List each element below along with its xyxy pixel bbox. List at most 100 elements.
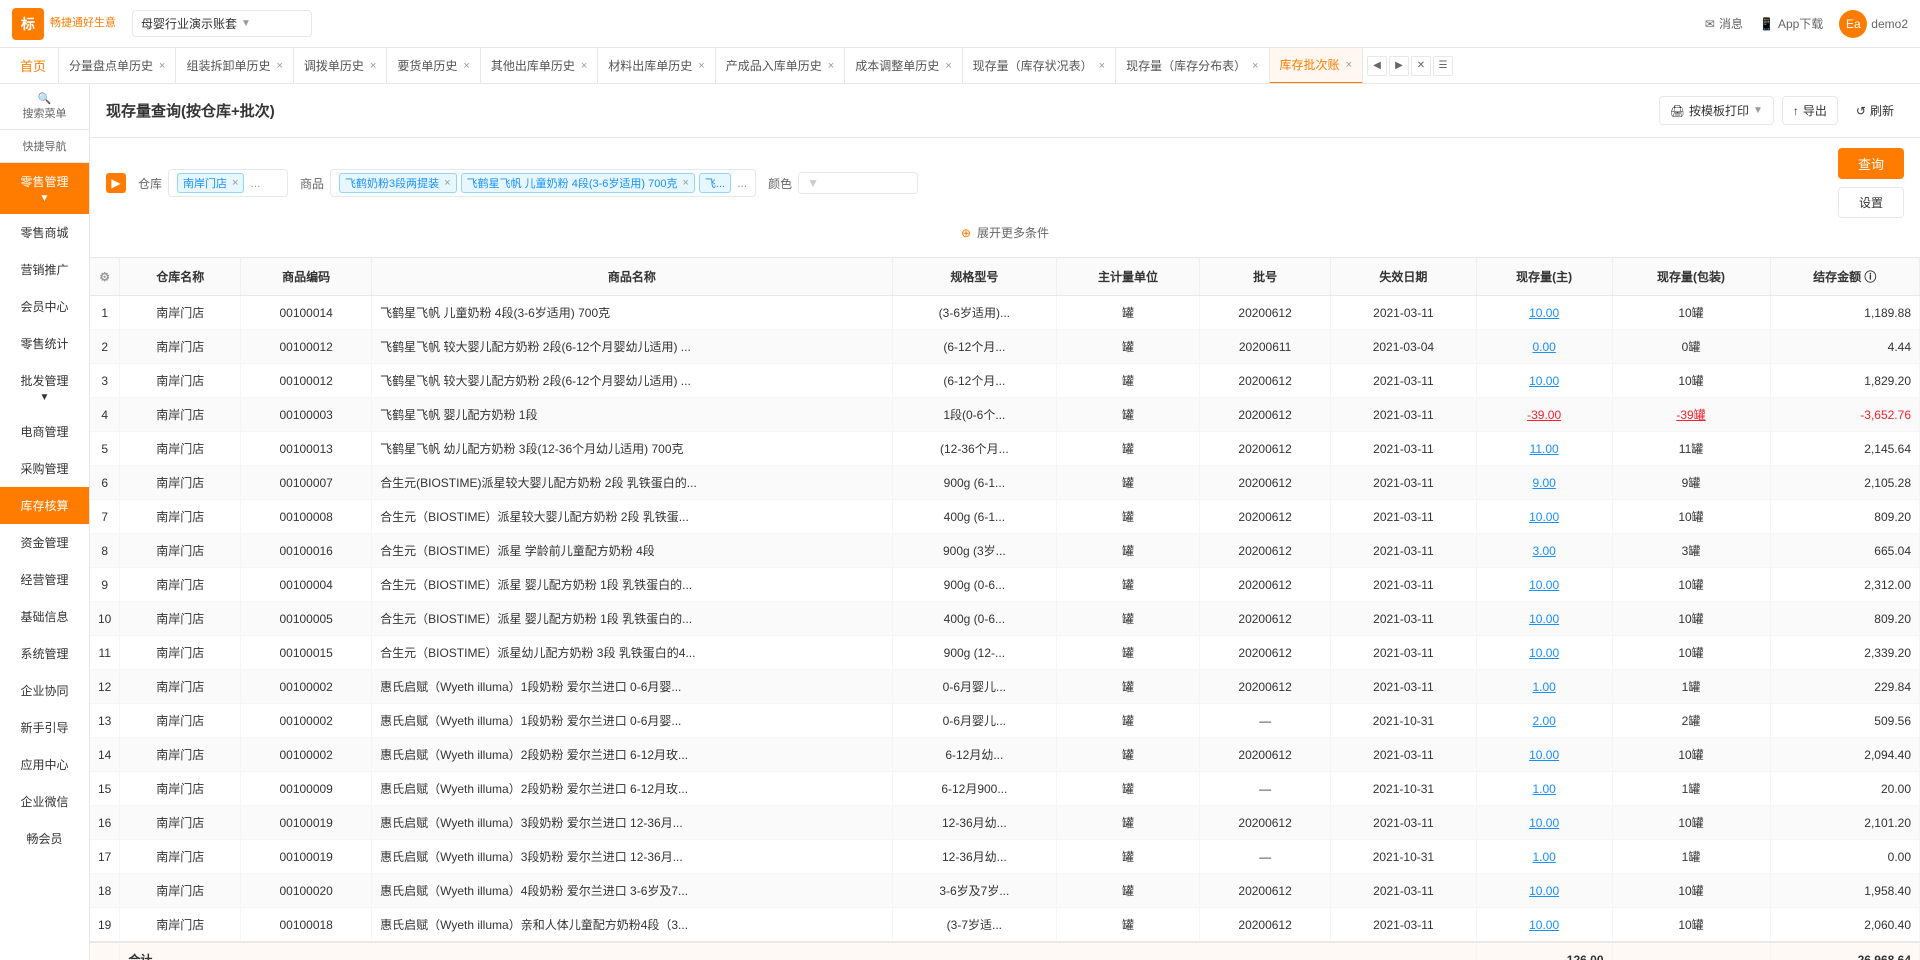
sidebar-search[interactable]: 🔍 搜索菜单 [0, 84, 89, 130]
sidebar-item-ecom[interactable]: 电商管理 [0, 413, 89, 450]
tab-close-kupicizhan[interactable]: × [1346, 59, 1352, 71]
app-download-btn[interactable]: 📱 App下载 [1759, 15, 1823, 32]
tab-cailiao[interactable]: 材料出库单历史 × [598, 48, 715, 84]
row-qty[interactable]: 0.00 [1476, 330, 1612, 364]
sidebar-item-member[interactable]: 会员中心 [0, 288, 89, 325]
row-qty[interactable]: -39.00 [1476, 398, 1612, 432]
sidebar-item-retail-shop[interactable]: 零售商城 [0, 214, 89, 251]
filter-arrow-btn[interactable]: ▶ [106, 173, 126, 193]
retail-mgmt-arrow: ▼ [40, 193, 50, 204]
row-qty[interactable]: 9.00 [1476, 466, 1612, 500]
color-filter[interactable]: ▼ [798, 172, 918, 194]
sidebar-item-enterprise[interactable]: 企业协同 [0, 672, 89, 709]
warehouse-filter-more[interactable]: ... [250, 176, 260, 190]
warehouse-tag-remove[interactable]: × [232, 177, 238, 189]
row-unit: 罐 [1056, 602, 1199, 636]
setting-btn[interactable]: 设置 [1838, 187, 1904, 218]
sidebar-nav[interactable]: 快捷导航 [0, 130, 89, 163]
tab-chengben[interactable]: 成本调整单历史 × [845, 48, 962, 84]
sidebar-item-system[interactable]: 系统管理 [0, 635, 89, 672]
tab-close-xianzai2[interactable]: × [1252, 60, 1258, 72]
tab-xianzai2[interactable]: 现存量（库存分布表） × [1116, 48, 1269, 84]
product-tag2-remove[interactable]: × [682, 177, 688, 189]
row-qty[interactable]: 1.00 [1476, 840, 1612, 874]
row-qty[interactable]: 1.00 [1476, 670, 1612, 704]
enterprise-wechat-label: 企业微信 [20, 793, 68, 810]
gear-icon[interactable]: ⚙ [99, 270, 110, 284]
warehouse-filter[interactable]: 南岸门店 × ... [168, 169, 288, 197]
row-code: 00100020 [241, 874, 372, 908]
row-qty[interactable]: 3.00 [1476, 534, 1612, 568]
tab-close-all-btn[interactable]: ✕ [1411, 56, 1431, 76]
refresh-btn[interactable]: ↺ 刷新 [1846, 97, 1904, 124]
product-filter-more[interactable]: ... [737, 176, 747, 190]
tab-close-fenpan[interactable]: × [159, 60, 165, 72]
sidebar-item-marketing[interactable]: 营销推广 [0, 251, 89, 288]
app-icon: 📱 [1759, 17, 1774, 31]
row-qty[interactable]: 10.00 [1476, 738, 1612, 772]
product-tag1-remove[interactable]: × [444, 177, 450, 189]
tab-close-zuche[interactable]: × [276, 60, 282, 72]
row-qty[interactable]: 1.00 [1476, 772, 1612, 806]
row-name: 惠氏启赋（Wyeth illuma）2段奶粉 爱尔兰进口 6-12月玫... [372, 772, 893, 806]
tab-close-xianzai1[interactable]: × [1099, 60, 1105, 72]
row-qty[interactable]: 10.00 [1476, 636, 1612, 670]
sidebar-item-member-card[interactable]: 畅会员 [0, 820, 89, 857]
workspace-selector[interactable]: 母婴行业演示账套 ▼ [132, 10, 312, 37]
tab-yaohuo[interactable]: 要货单历史 × [387, 48, 480, 84]
sidebar-item-basics[interactable]: 基础信息 [0, 598, 89, 635]
sidebar-item-app-center[interactable]: 应用中心 [0, 746, 89, 783]
sidebar-item-batch-mgmt[interactable]: 批发管理 ▼ [0, 362, 89, 413]
tab-close-yaohuo[interactable]: × [463, 60, 469, 72]
row-qty[interactable]: 10.00 [1476, 806, 1612, 840]
row-qty[interactable]: 10.00 [1476, 296, 1612, 330]
row-qty-pack: 1罐 [1612, 670, 1770, 704]
sidebar-item-purchase[interactable]: 采购管理 [0, 450, 89, 487]
tab-zuche[interactable]: 组装拆卸单历史 × [176, 48, 293, 84]
tab-fenpan[interactable]: 分量盘点单历史 × [59, 48, 176, 84]
tab-close-chengben[interactable]: × [945, 60, 951, 72]
tab-tiaopo[interactable]: 调拨单历史 × [294, 48, 387, 84]
tab-chanpin[interactable]: 产成品入库单历史 × [716, 48, 845, 84]
tab-qitachu[interactable]: 其他出库单历史 × [481, 48, 598, 84]
tab-close-tiaopo[interactable]: × [370, 60, 376, 72]
tab-home[interactable]: 首页 [8, 48, 59, 84]
user-area[interactable]: Ea demo2 [1839, 10, 1908, 38]
print-btn[interactable]: 🖨 按模板打印 ▼ [1659, 96, 1774, 125]
export-btn[interactable]: ↑ 导出 [1782, 96, 1838, 125]
sidebar-item-enterprise-wechat[interactable]: 企业微信 [0, 783, 89, 820]
row-amount: 809.20 [1770, 500, 1919, 534]
expand-more-btn[interactable]: ⊕ 展开更多条件 [106, 218, 1904, 247]
tab-menu-btn[interactable]: ☰ [1433, 56, 1453, 76]
sidebar-item-retail-stats[interactable]: 零售统计 [0, 325, 89, 362]
tab-xianzai1[interactable]: 现存量（库存状况表） × [963, 48, 1116, 84]
row-code: 00100002 [241, 704, 372, 738]
row-qty-pack: 10罐 [1612, 806, 1770, 840]
row-warehouse: 南岸门店 [120, 330, 241, 364]
row-qty[interactable]: 10.00 [1476, 364, 1612, 398]
row-qty[interactable]: 10.00 [1476, 874, 1612, 908]
sidebar-item-inventory[interactable]: 库存核算 [0, 487, 89, 524]
tab-prev-btn[interactable]: ◀ [1367, 56, 1387, 76]
row-qty[interactable]: 11.00 [1476, 432, 1612, 466]
product-filter[interactable]: 飞鹤奶粉3段两提装 × 飞鹤星飞帆 儿童奶粉 4段(3-6岁适用) 700克 ×… [330, 169, 756, 197]
row-qty[interactable]: 10.00 [1476, 500, 1612, 534]
tab-kupicizhan[interactable]: 库存批次账 × [1270, 48, 1363, 84]
message-btn[interactable]: ✉ 消息 [1705, 15, 1743, 32]
row-expire: 2021-03-11 [1331, 806, 1477, 840]
tab-next-btn[interactable]: ▶ [1389, 56, 1409, 76]
row-qty[interactable]: 10.00 [1476, 908, 1612, 943]
tab-close-qitachu[interactable]: × [581, 60, 587, 72]
sidebar-item-operations[interactable]: 经营管理 [0, 561, 89, 598]
tab-close-chanpin[interactable]: × [828, 60, 834, 72]
row-qty[interactable]: 2.00 [1476, 704, 1612, 738]
sidebar-item-guide[interactable]: 新手引导 [0, 709, 89, 746]
row-amount: 2,060.40 [1770, 908, 1919, 943]
row-expire: 2021-03-11 [1331, 296, 1477, 330]
tab-close-cailiao[interactable]: × [698, 60, 704, 72]
row-qty[interactable]: 10.00 [1476, 568, 1612, 602]
sidebar-item-retail-mgmt[interactable]: 零售管理 ▼ [0, 163, 89, 214]
query-btn[interactable]: 查询 [1838, 148, 1904, 179]
row-qty[interactable]: 10.00 [1476, 602, 1612, 636]
sidebar-item-finance[interactable]: 资金管理 [0, 524, 89, 561]
